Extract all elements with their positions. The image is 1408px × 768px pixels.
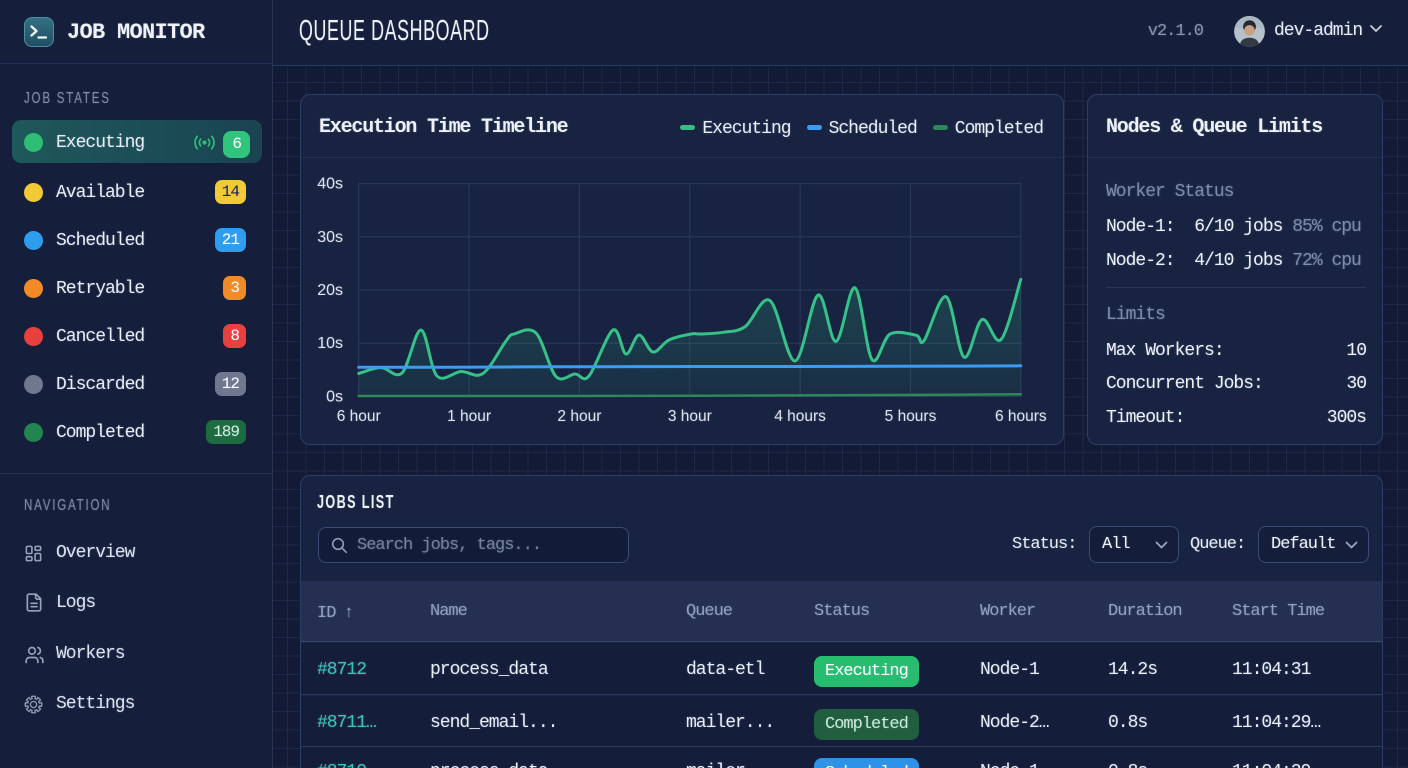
svg-text:0s: 0s bbox=[326, 388, 343, 405]
svg-text:6 hours: 6 hours bbox=[995, 408, 1047, 425]
svg-text:4 hours: 4 hours bbox=[774, 408, 826, 425]
svg-text:6 hour: 6 hour bbox=[337, 408, 381, 425]
svg-text:3 hour: 3 hour bbox=[668, 408, 712, 425]
svg-text:2 hour: 2 hour bbox=[557, 408, 601, 425]
svg-text:1 hour: 1 hour bbox=[447, 408, 491, 425]
svg-text:5 hours: 5 hours bbox=[885, 408, 937, 425]
svg-text:20s: 20s bbox=[317, 282, 343, 299]
svg-text:10s: 10s bbox=[317, 335, 343, 352]
svg-text:40s: 40s bbox=[317, 176, 343, 193]
svg-text:30s: 30s bbox=[317, 229, 343, 246]
